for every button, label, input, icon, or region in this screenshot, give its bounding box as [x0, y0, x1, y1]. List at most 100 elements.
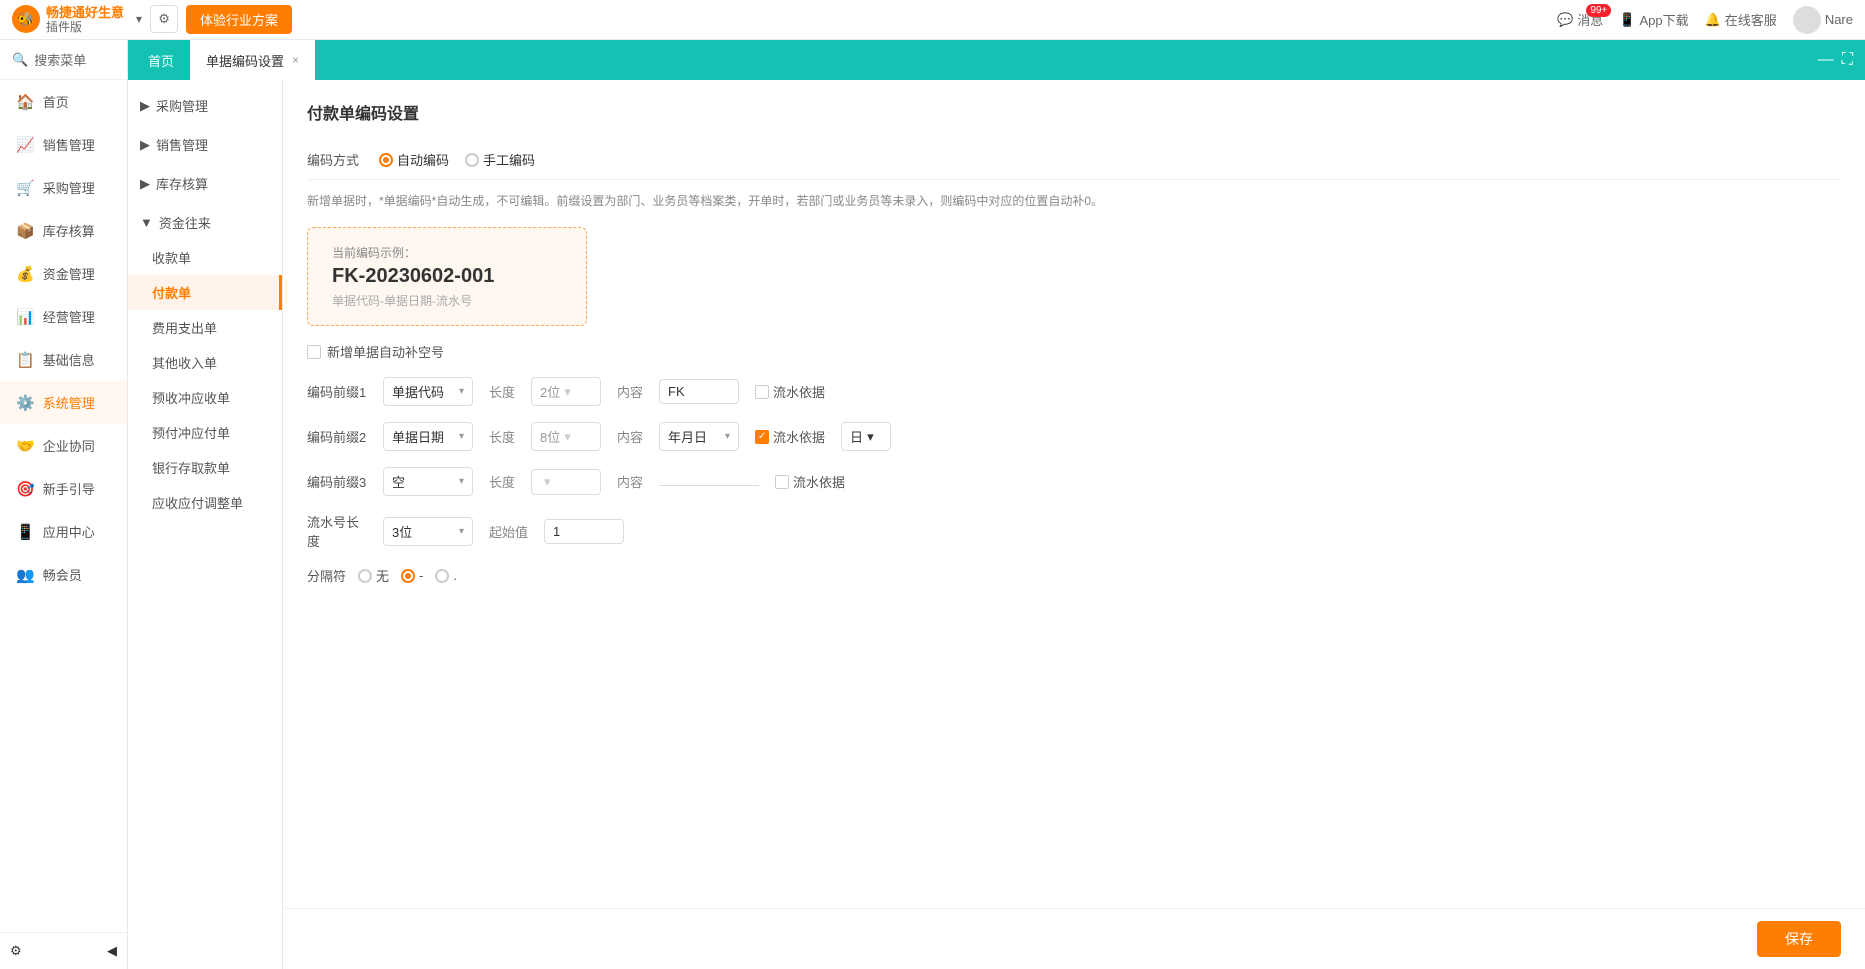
sep-none-circle: [358, 569, 372, 583]
sidebar-item-apps[interactable]: 📱 应用中心: [0, 510, 127, 553]
prefix3-length-box: ▾: [531, 469, 601, 495]
prefix3-content-input: [659, 477, 759, 486]
basic-icon: 📋: [16, 351, 35, 369]
maximize-icon[interactable]: ⛶: [1842, 51, 1853, 69]
chevron-right-icon: ▶: [140, 98, 150, 114]
sidebar-item-system[interactable]: ⚙️ 系统管理: [0, 381, 127, 424]
messages-button[interactable]: 💬 消息 99+: [1557, 10, 1603, 29]
sub-group-purchase-header[interactable]: ▶ 采购管理: [128, 88, 282, 123]
top-bar-left: 🐝 畅捷通好生意 插件版 ▾ ⚙ 体验行业方案: [12, 5, 292, 35]
code-preview-box: 当前编码示例： FK-20230602-001 单据代码-单据日期-流水号: [307, 227, 587, 326]
sep-dot[interactable]: .: [435, 568, 457, 583]
prefix1-content-input: FK: [659, 379, 739, 404]
content-area: 首页 单据编码设置 × — ⛶ ▶ 采购管理: [128, 40, 1865, 969]
sub-item-receipt[interactable]: 收款单: [128, 240, 282, 275]
sidebar-item-enterprise[interactable]: 🤝 企业协同: [0, 424, 127, 467]
main-right: 付款单编码设置 编码方式 自动编码 手工编码: [283, 80, 1865, 969]
logo-text: 畅捷通好生意 插件版: [46, 5, 124, 35]
sidebar-item-basic[interactable]: 📋 基础信息: [0, 338, 127, 381]
prefix2-content-label: 内容: [617, 427, 643, 446]
search-menu[interactable]: 🔍 搜索菜单: [0, 40, 127, 80]
sub-item-other-income[interactable]: 其他收入单: [128, 345, 282, 380]
minimize-icon[interactable]: —: [1818, 51, 1834, 69]
sub-group-inventory-header[interactable]: ▶ 库存核算: [128, 166, 282, 201]
sub-group-sales-header[interactable]: ▶ 销售管理: [128, 127, 282, 162]
sub-item-expense[interactable]: 费用支出单: [128, 310, 282, 345]
sidebar-collapse-icon[interactable]: ◀: [107, 943, 117, 959]
prefix1-label: 编码前缀1: [307, 382, 367, 401]
sub-item-prepay-pay[interactable]: 预付冲应付单: [128, 415, 282, 450]
main-layout: 🔍 搜索菜单 🏠 首页 📈 销售管理 🛒 采购管理 📦 库存核算 💰 资金管理 …: [0, 0, 1865, 969]
save-button[interactable]: 保存: [1757, 921, 1841, 957]
serial-length-label: 流水号长度: [307, 512, 367, 550]
start-value-label: 起始值: [489, 522, 528, 541]
day-select[interactable]: 日 ▾: [841, 422, 891, 451]
prefix2-select[interactable]: 单据日期 ▾: [383, 422, 473, 451]
auto-encoding-radio[interactable]: 自动编码: [379, 150, 449, 169]
tab-home[interactable]: 首页: [132, 40, 190, 80]
sidebar-item-sales[interactable]: 📈 销售管理: [0, 123, 127, 166]
sales-icon: 📈: [16, 136, 35, 154]
sidebar-item-inventory[interactable]: 📦 库存核算: [0, 209, 127, 252]
trial-button[interactable]: 体验行业方案: [186, 5, 292, 34]
sub-group-purchase: ▶ 采购管理: [128, 88, 282, 123]
app-download-button[interactable]: 📱 App下载: [1619, 10, 1688, 29]
page-title: 付款单编码设置: [307, 100, 1841, 124]
prefix3-select[interactable]: 空 ▾: [383, 467, 473, 496]
sub-item-prepay-receive[interactable]: 预收冲应收单: [128, 380, 282, 415]
prefix2-label: 编码前缀2: [307, 427, 367, 446]
sep-dash-circle: [401, 569, 415, 583]
prefix1-stream-box: [755, 385, 769, 399]
page-layout: ▶ 采购管理 ▶ 销售管理 ▶ 库存核算: [128, 80, 1865, 969]
sidebar-item-newguide[interactable]: 🎯 新手引导: [0, 467, 127, 510]
prefix3-length-arrow: ▾: [544, 474, 551, 490]
sidebar-item-member[interactable]: 👥 畅会员: [0, 553, 127, 596]
app-download-icon: 📱: [1619, 12, 1635, 28]
serial-length-select[interactable]: 3位 ▾: [383, 517, 473, 546]
sub-item-payment[interactable]: 付款单: [128, 275, 282, 310]
prefix2-length-label: 长度: [489, 427, 515, 446]
avatar: [1793, 6, 1821, 34]
prefix2-content-select[interactable]: 年月日 ▾: [659, 422, 739, 451]
prefix3-stream-checkbox[interactable]: 流水依据: [775, 472, 845, 491]
code-preview-desc: 单据代码-单据日期-流水号: [332, 292, 562, 309]
serial-length-arrow: ▾: [459, 526, 464, 537]
tab-encoding-settings[interactable]: 单据编码设置 ×: [190, 40, 315, 80]
prefix2-content-arrow: ▾: [725, 431, 730, 442]
sidebar-item-operation[interactable]: 📊 经营管理: [0, 295, 127, 338]
top-bar: 🐝 畅捷通好生意 插件版 ▾ ⚙ 体验行业方案 💬 消息 99+ 📱 App下载…: [0, 0, 1865, 40]
settings-gear-button[interactable]: ⚙: [150, 5, 178, 33]
company-dropdown[interactable]: ▾: [132, 12, 142, 26]
chevron-right-icon3: ▶: [140, 176, 150, 192]
sub-group-capital-header[interactable]: ▼ 资金往来: [128, 205, 282, 240]
user-menu[interactable]: Nare: [1793, 6, 1853, 34]
sep-none[interactable]: 无: [358, 566, 389, 585]
sub-item-ar-ap-adjust[interactable]: 应收应付调整单: [128, 485, 282, 520]
sidebar-item-home[interactable]: 🏠 首页: [0, 80, 127, 123]
messages-badge: 99+: [1586, 4, 1611, 17]
sep-dot-circle: [435, 569, 449, 583]
prefix2-stream-checkbox[interactable]: ✓ 流水依据: [755, 427, 825, 446]
sidebar-item-fund[interactable]: 💰 资金管理: [0, 252, 127, 295]
sep-dash[interactable]: -: [401, 568, 423, 583]
auto-fill-checkbox[interactable]: [307, 345, 321, 359]
sub-item-bank-deposit[interactable]: 银行存取款单: [128, 450, 282, 485]
prefix1-length-label: 长度: [489, 382, 515, 401]
sidebar-settings-icon[interactable]: ⚙: [10, 943, 22, 959]
start-value-input[interactable]: 1: [544, 519, 624, 544]
page-footer: 保存: [283, 908, 1865, 969]
newguide-icon: 🎯: [16, 480, 35, 498]
prefix1-select[interactable]: 单据代码 ▾: [383, 377, 473, 406]
separator-row: 分隔符 无 -: [307, 566, 1841, 585]
nav-tabs-right: — ⛶: [1818, 51, 1861, 69]
logo-icon: 🐝: [12, 5, 40, 33]
sidebar-item-purchase[interactable]: 🛒 采购管理: [0, 166, 127, 209]
prefix1-stream-checkbox[interactable]: 流水依据: [755, 382, 825, 401]
online-service-button[interactable]: 🔔 在线客服: [1705, 10, 1777, 29]
close-tab-icon[interactable]: ×: [292, 53, 299, 67]
manual-encoding-radio[interactable]: 手工编码: [465, 150, 535, 169]
prefix1-content-label: 内容: [617, 382, 643, 401]
chevron-down-icon: ▾: [136, 12, 142, 26]
logo: 🐝 畅捷通好生意 插件版: [12, 5, 124, 35]
enterprise-icon: 🤝: [16, 437, 35, 455]
